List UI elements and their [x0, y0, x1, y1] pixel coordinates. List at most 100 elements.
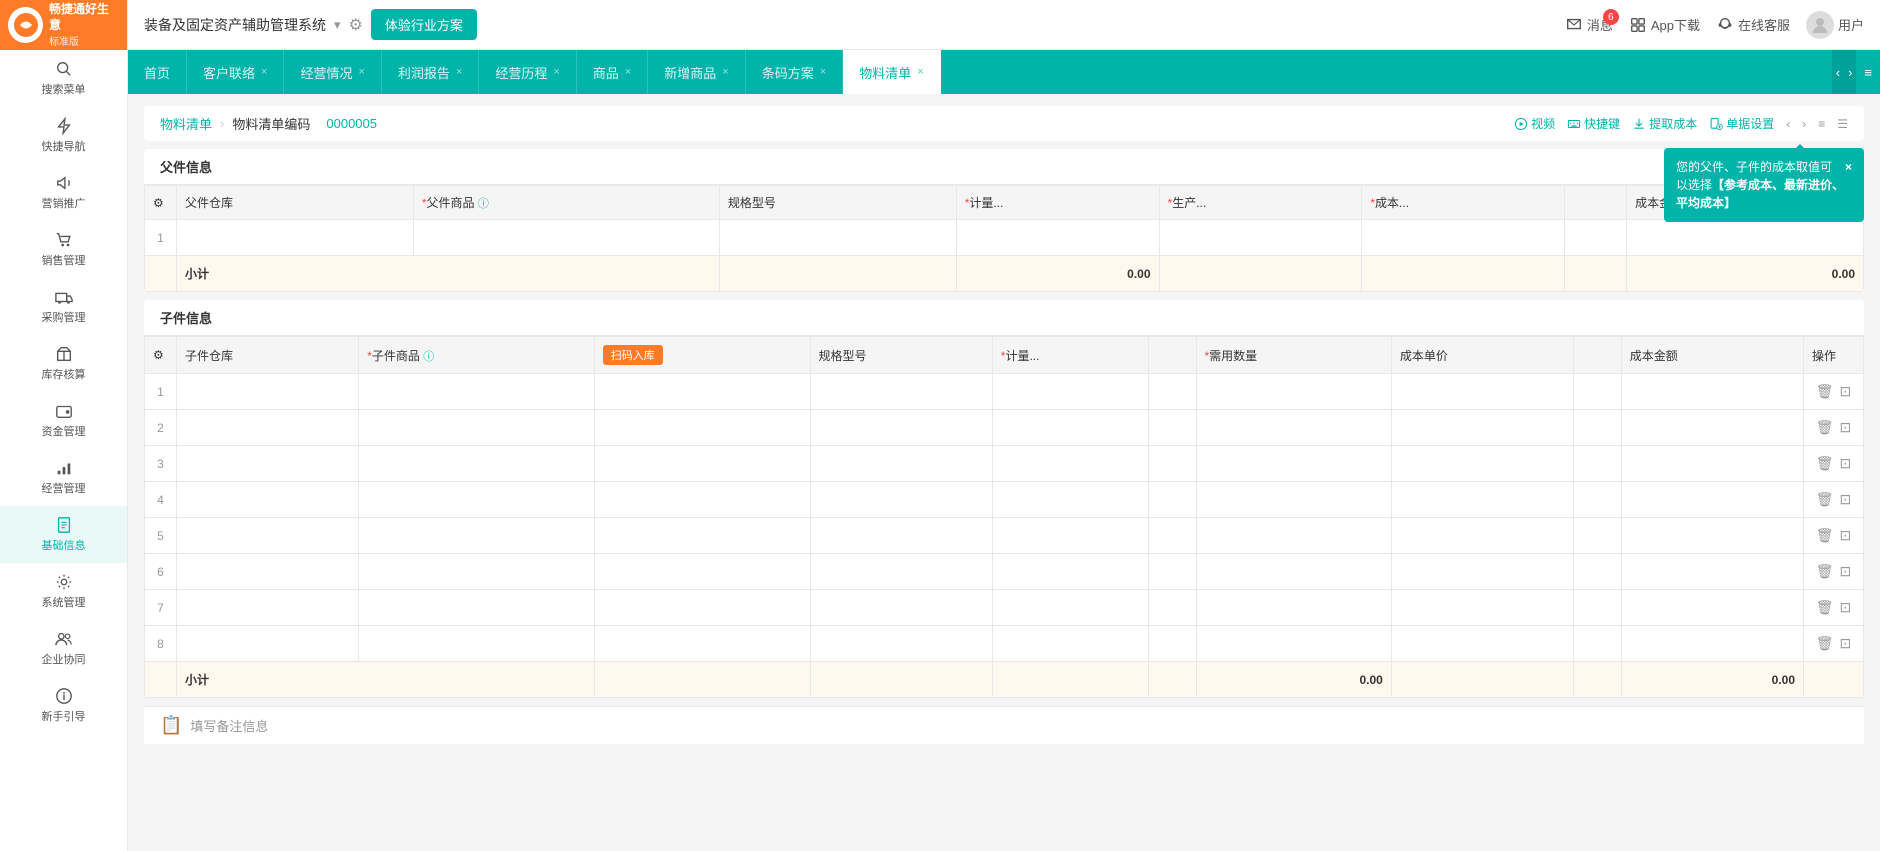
copy-row-5[interactable]: ⊡ [1840, 527, 1852, 544]
close-tab-bom[interactable]: × [917, 66, 923, 78]
delete-row-1[interactable]: 🗑 [1816, 383, 1834, 400]
sidebar-item-system[interactable]: 系统管理 [0, 563, 127, 620]
settings-gear-icon[interactable]: ⚙ [349, 15, 363, 35]
tooltip-text: 您的父件、子件的成本取值可以选择【参考成本、最新进价、平均成本】 [1676, 160, 1844, 210]
user-avatar[interactable]: 用户 [1806, 11, 1864, 39]
sidebar-item-finance[interactable]: 资金管理 [0, 392, 127, 449]
parent-cell-warehouse-1[interactable] [177, 220, 414, 256]
sidebar-item-basic-info[interactable]: 基础信息 [0, 506, 127, 563]
child-th-gear[interactable]: ⚙ [145, 337, 177, 374]
close-tab-goods[interactable]: × [625, 66, 631, 78]
child-cell-unit-cost-1[interactable] [1391, 374, 1573, 410]
child-row-7: 7 🗑⊡ [145, 590, 1864, 626]
nav-prev[interactable]: ‹ [1786, 117, 1790, 131]
sidebar-item-marketing[interactable]: 营销推广 [0, 164, 127, 221]
close-tab-barcode[interactable]: × [820, 66, 826, 78]
parent-cell-goods-1[interactable] [413, 220, 719, 256]
parent-th-gear[interactable]: ⚙ [145, 186, 177, 220]
notes-label[interactable]: 填写备注信息 [190, 716, 268, 735]
child-cell-spec-1[interactable] [810, 374, 992, 410]
action-extract-cost[interactable]: 提取成本 [1632, 115, 1697, 132]
action-doc-setting[interactable]: 单据设置 [1709, 115, 1774, 132]
delete-row-4[interactable]: 🗑 [1816, 491, 1834, 508]
sidebar-item-enterprise[interactable]: 企业协同 [0, 620, 127, 677]
child-cell-warehouse-1[interactable] [177, 374, 359, 410]
message-icon [1565, 16, 1583, 34]
close-tab-profit[interactable]: × [456, 66, 462, 78]
copy-row-6[interactable]: ⊡ [1840, 563, 1852, 580]
delete-row-5[interactable]: 🗑 [1816, 527, 1834, 544]
close-tab-operation[interactable]: × [358, 66, 364, 78]
tooltip-close-btn[interactable]: × [1845, 158, 1852, 176]
parent-cell-cost-1[interactable] [1362, 220, 1565, 256]
nav-prev-arrow[interactable]: ‹ [1832, 50, 1844, 94]
group-icon [55, 630, 73, 648]
close-tab-history[interactable]: × [553, 66, 559, 78]
sidebar-item-quick-nav[interactable]: 快捷导航 [0, 107, 127, 164]
tab-barcode[interactable]: 条码方案 × [746, 50, 843, 94]
sidebar-item-purchase[interactable]: 采购管理 [0, 278, 127, 335]
parent-cell-produce-1[interactable] [1159, 220, 1362, 256]
child-th-goods: *子件商品 ⓘ [359, 337, 594, 374]
child-th-spec: 规格型号 [810, 337, 992, 374]
action-shortcut[interactable]: 快捷键 [1567, 115, 1620, 132]
tab-bom[interactable]: 物料清单 × [843, 50, 940, 94]
nav-menu[interactable]: ≡ [1818, 117, 1825, 131]
parent-section-title: 父件信息 [144, 149, 1864, 185]
child-cell-unit-1[interactable] [992, 374, 1148, 410]
nav-next-arrow[interactable]: › [1844, 50, 1856, 94]
child-row-3: 3 🗑⊡ [145, 446, 1864, 482]
parent-cell-unit-1[interactable] [956, 220, 1159, 256]
tab-home[interactable]: 首页 [128, 50, 187, 94]
nav-list-view[interactable]: ☰ [1837, 117, 1848, 131]
child-th-amount: 成本金额 [1621, 337, 1803, 374]
child-cell-qty-1[interactable] [1196, 374, 1391, 410]
child-th-e2 [1574, 337, 1622, 374]
delete-row-6[interactable]: 🗑 [1816, 563, 1834, 580]
tab-new-goods[interactable]: 新增商品 × [648, 50, 745, 94]
parent-subtotal-row: 小计 0.00 0.00 [145, 256, 1864, 292]
copy-row-4[interactable]: ⊡ [1840, 491, 1852, 508]
parent-th-cost: *成本... [1362, 186, 1565, 220]
child-th-scan[interactable]: 扫码入库 [594, 337, 810, 374]
app-logo: 畅捷通好生意 标准版 [0, 0, 127, 50]
child-cell-goods-1[interactable] [359, 374, 594, 410]
copy-row-3[interactable]: ⊡ [1840, 455, 1852, 472]
tab-history[interactable]: 经营历程 × [479, 50, 576, 94]
tab-goods[interactable]: 商品 × [577, 50, 648, 94]
parent-cell-spec-1[interactable] [719, 220, 956, 256]
delete-row-7[interactable]: 🗑 [1816, 599, 1834, 616]
sidebar-item-guide[interactable]: 新手引导 [0, 677, 127, 734]
close-tab-new-goods[interactable]: × [722, 66, 728, 78]
online-service-btn[interactable]: 在线客服 [1716, 15, 1790, 34]
tab-profit[interactable]: 利润报告 × [382, 50, 479, 94]
app-download-btn[interactable]: App下载 [1629, 15, 1700, 34]
system-dropdown-icon[interactable]: ▾ [334, 17, 341, 33]
delete-row-8[interactable]: 🗑 [1816, 635, 1834, 652]
child-row-num-1: 1 [145, 374, 177, 410]
sidebar-item-inventory[interactable]: 库存核算 [0, 335, 127, 392]
sidebar-item-search[interactable]: 搜索菜单 [0, 50, 127, 107]
delete-row-2[interactable]: 🗑 [1816, 419, 1834, 436]
page-content: 物料清单 › 物料清单编码 0000005 视频 快捷键 提取成本 [128, 94, 1880, 851]
close-tab-customer[interactable]: × [261, 66, 267, 78]
nav-tabs-scroll: 首页 客户联络 × 经营情况 × 利润报告 × 经营历程 × 商品 × 新增商品… [128, 50, 1832, 94]
trial-btn[interactable]: 体验行业方案 [371, 9, 477, 40]
close-all-tabs[interactable]: ≡ [1856, 50, 1880, 94]
action-video[interactable]: 视频 [1514, 115, 1555, 132]
message-btn[interactable]: 消息 6 [1565, 15, 1613, 34]
copy-row-1[interactable]: ⊡ [1840, 383, 1852, 400]
nav-next[interactable]: › [1802, 117, 1806, 131]
tab-customer[interactable]: 客户联络 × [187, 50, 284, 94]
copy-row-2[interactable]: ⊡ [1840, 419, 1852, 436]
copy-row-8[interactable]: ⊡ [1840, 635, 1852, 652]
scan-btn[interactable]: 扫码入库 [603, 345, 663, 365]
tab-operation[interactable]: 经营情况 × [284, 50, 381, 94]
sidebar-item-sales[interactable]: 销售管理 [0, 221, 127, 278]
breadcrumb-bom[interactable]: 物料清单 [160, 114, 212, 133]
search-icon [55, 60, 73, 78]
child-row-8: 8 🗑⊡ [145, 626, 1864, 662]
sidebar-item-operation[interactable]: 经营管理 [0, 449, 127, 506]
copy-row-7[interactable]: ⊡ [1840, 599, 1852, 616]
delete-row-3[interactable]: 🗑 [1816, 455, 1834, 472]
